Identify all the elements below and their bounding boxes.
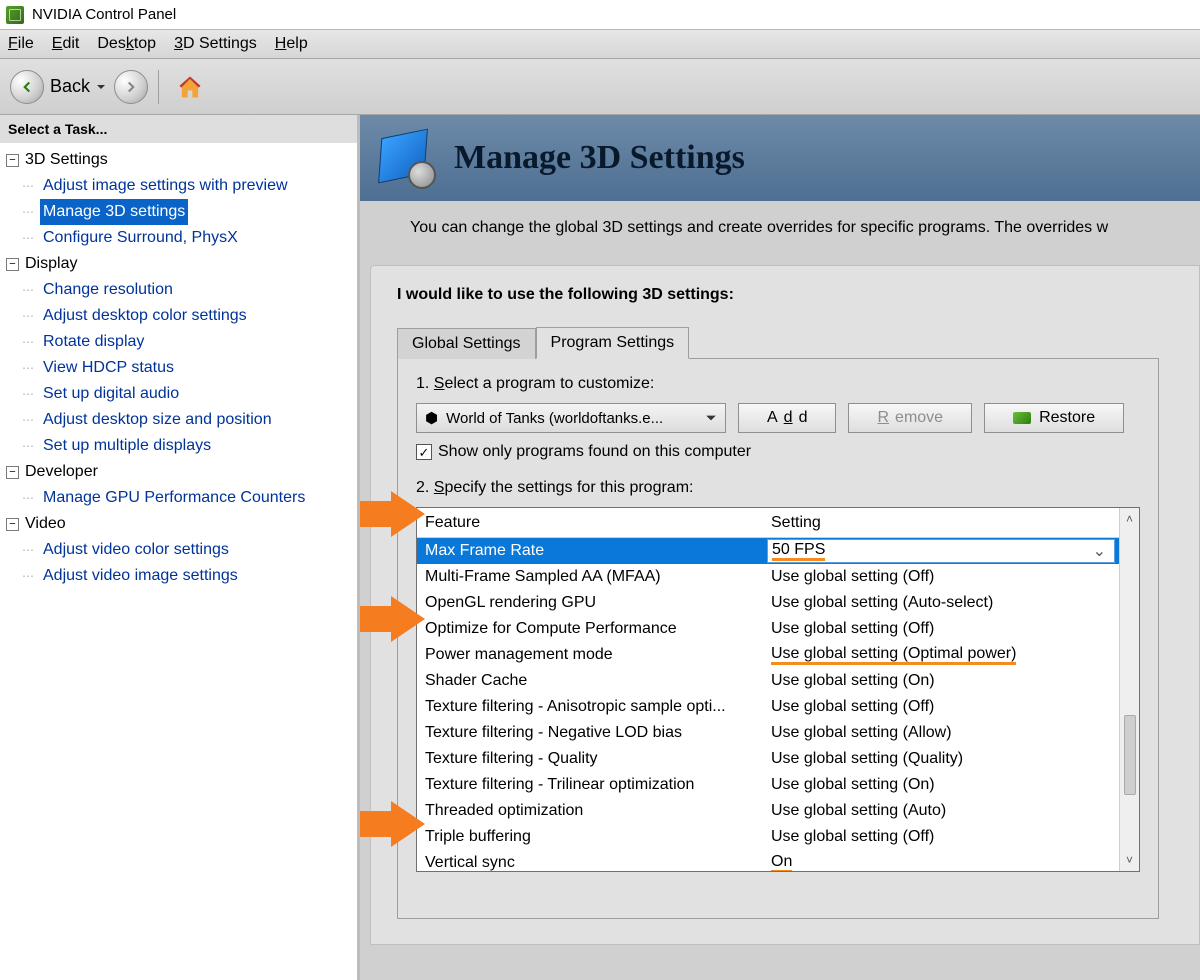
- tree-link[interactable]: Adjust desktop size and position: [40, 407, 275, 433]
- table-row[interactable]: Texture filtering - QualityUse global se…: [417, 746, 1119, 772]
- col-setting: Setting: [767, 514, 1119, 532]
- content-pane: Manage 3D Settings You can change the gl…: [360, 115, 1200, 980]
- table-row[interactable]: Vertical syncOn: [417, 850, 1119, 871]
- tree-link[interactable]: Adjust video color settings: [40, 537, 232, 563]
- tree-category[interactable]: Developer: [25, 459, 98, 485]
- scroll-up-icon[interactable]: ˄: [1123, 512, 1137, 526]
- annotation-arrow-1: [360, 491, 425, 537]
- add-button[interactable]: Add: [738, 403, 836, 433]
- arrow-right-icon: [122, 78, 140, 96]
- tree-expander[interactable]: −: [6, 466, 19, 479]
- tab-global-settings[interactable]: Global Settings: [397, 328, 536, 359]
- tree-link[interactable]: Manage GPU Performance Counters: [40, 485, 308, 511]
- scroll-thumb[interactable]: [1124, 715, 1136, 795]
- settings-table: Feature Setting Max Frame Rate50 FPS⌄Mul…: [416, 507, 1140, 872]
- menu-file[interactable]: File: [8, 35, 34, 53]
- show-only-label: Show only programs found on this compute…: [438, 443, 751, 461]
- table-header: Feature Setting: [417, 508, 1119, 538]
- menubar: File Edit Desktop 3D Settings Help: [0, 30, 1200, 59]
- tree-category[interactable]: Video: [25, 511, 66, 537]
- scrollbar[interactable]: ˄ ˅: [1119, 508, 1139, 871]
- tab-program-settings[interactable]: Program Settings: [536, 327, 690, 359]
- menu-help[interactable]: Help: [275, 35, 308, 53]
- tree-link[interactable]: Adjust image settings with preview: [40, 173, 291, 199]
- window-title: NVIDIA Control Panel: [32, 6, 176, 23]
- back-button[interactable]: [10, 70, 44, 104]
- tree-category[interactable]: 3D Settings: [25, 147, 108, 173]
- chevron-down-icon[interactable]: [96, 82, 106, 92]
- arrow-left-icon: [18, 78, 36, 96]
- table-row[interactable]: Multi-Frame Sampled AA (MFAA)Use global …: [417, 564, 1119, 590]
- program-icon: ⬢: [425, 409, 438, 427]
- settings-card: I would like to use the following 3D set…: [370, 265, 1200, 945]
- page-header-icon: [374, 127, 436, 189]
- table-row[interactable]: Texture filtering - Anisotropic sample o…: [417, 694, 1119, 720]
- settings-lead: I would like to use the following 3D set…: [397, 286, 1189, 304]
- table-row[interactable]: Texture filtering - Trilinear optimizati…: [417, 772, 1119, 798]
- tree-expander[interactable]: −: [6, 518, 19, 531]
- home-icon: [176, 73, 204, 101]
- step2-label: 2. Specify the settings for this program…: [416, 479, 1140, 497]
- tabs: Global Settings Program Settings: [397, 326, 1159, 359]
- back-label: Back: [50, 76, 90, 97]
- table-row[interactable]: Optimize for Compute PerformanceUse glob…: [417, 616, 1119, 642]
- table-row[interactable]: Threaded optimizationUse global setting …: [417, 798, 1119, 824]
- task-sidebar: Select a Task... −3D SettingsAdjust imag…: [0, 115, 360, 980]
- show-only-checkbox-row[interactable]: ✓ Show only programs found on this compu…: [416, 443, 1140, 461]
- tree-link[interactable]: Adjust video image settings: [40, 563, 241, 589]
- task-tree: −3D SettingsAdjust image settings with p…: [0, 143, 357, 589]
- chevron-down-icon[interactable]: ⌄: [1093, 541, 1106, 561]
- forward-button[interactable]: [114, 70, 148, 104]
- table-row[interactable]: Triple bufferingUse global setting (Off): [417, 824, 1119, 850]
- tree-link[interactable]: Manage 3D settings: [40, 199, 188, 225]
- page-title: Manage 3D Settings: [454, 139, 745, 177]
- menu-desktop[interactable]: Desktop: [97, 35, 156, 53]
- tab-body: 1. Select a program to customize: ⬢ Worl…: [397, 359, 1159, 919]
- table-row[interactable]: Max Frame Rate50 FPS⌄: [417, 538, 1119, 564]
- page-header: Manage 3D Settings: [360, 115, 1200, 201]
- sidebar-title: Select a Task...: [0, 115, 357, 143]
- program-select[interactable]: ⬢ World of Tanks (worldoftanks.e...: [416, 403, 726, 433]
- annotation-arrow-3: [360, 801, 425, 847]
- tree-link[interactable]: Configure Surround, PhysX: [40, 225, 241, 251]
- remove-button[interactable]: Remove: [848, 403, 972, 433]
- restore-button[interactable]: Restore: [984, 403, 1124, 433]
- tree-link[interactable]: Rotate display: [40, 329, 147, 355]
- table-row[interactable]: Shader CacheUse global setting (On): [417, 668, 1119, 694]
- toolbar: Back: [0, 59, 1200, 115]
- tree-link[interactable]: Adjust desktop color settings: [40, 303, 250, 329]
- col-feature: Feature: [417, 514, 767, 532]
- scroll-down-icon[interactable]: ˅: [1123, 853, 1137, 867]
- table-row[interactable]: Texture filtering - Negative LOD biasUse…: [417, 720, 1119, 746]
- page-intro: You can change the global 3D settings an…: [360, 201, 1200, 265]
- chevron-down-icon: [705, 412, 717, 424]
- back-button-group[interactable]: Back: [10, 70, 106, 104]
- menu-edit[interactable]: Edit: [52, 35, 80, 53]
- menu-3d-settings[interactable]: 3D Settings: [174, 35, 257, 53]
- titlebar: NVIDIA Control Panel: [0, 0, 1200, 30]
- tree-link[interactable]: Change resolution: [40, 277, 176, 303]
- home-button[interactable]: [173, 70, 207, 104]
- program-select-value: World of Tanks (worldoftanks.e...: [446, 410, 663, 427]
- tree-link[interactable]: View HDCP status: [40, 355, 177, 381]
- tree-category[interactable]: Display: [25, 251, 77, 277]
- tree-expander[interactable]: −: [6, 154, 19, 167]
- toolbar-separator: [158, 70, 159, 104]
- annotation-arrow-2: [360, 596, 425, 642]
- tree-expander[interactable]: −: [6, 258, 19, 271]
- step1-label: 1. Select a program to customize:: [416, 375, 1140, 393]
- table-row[interactable]: OpenGL rendering GPUUse global setting (…: [417, 590, 1119, 616]
- show-only-checkbox[interactable]: ✓: [416, 444, 432, 460]
- app-icon: [6, 6, 24, 24]
- tree-link[interactable]: Set up multiple displays: [40, 433, 214, 459]
- tree-link[interactable]: Set up digital audio: [40, 381, 182, 407]
- table-row[interactable]: Power management modeUse global setting …: [417, 642, 1119, 668]
